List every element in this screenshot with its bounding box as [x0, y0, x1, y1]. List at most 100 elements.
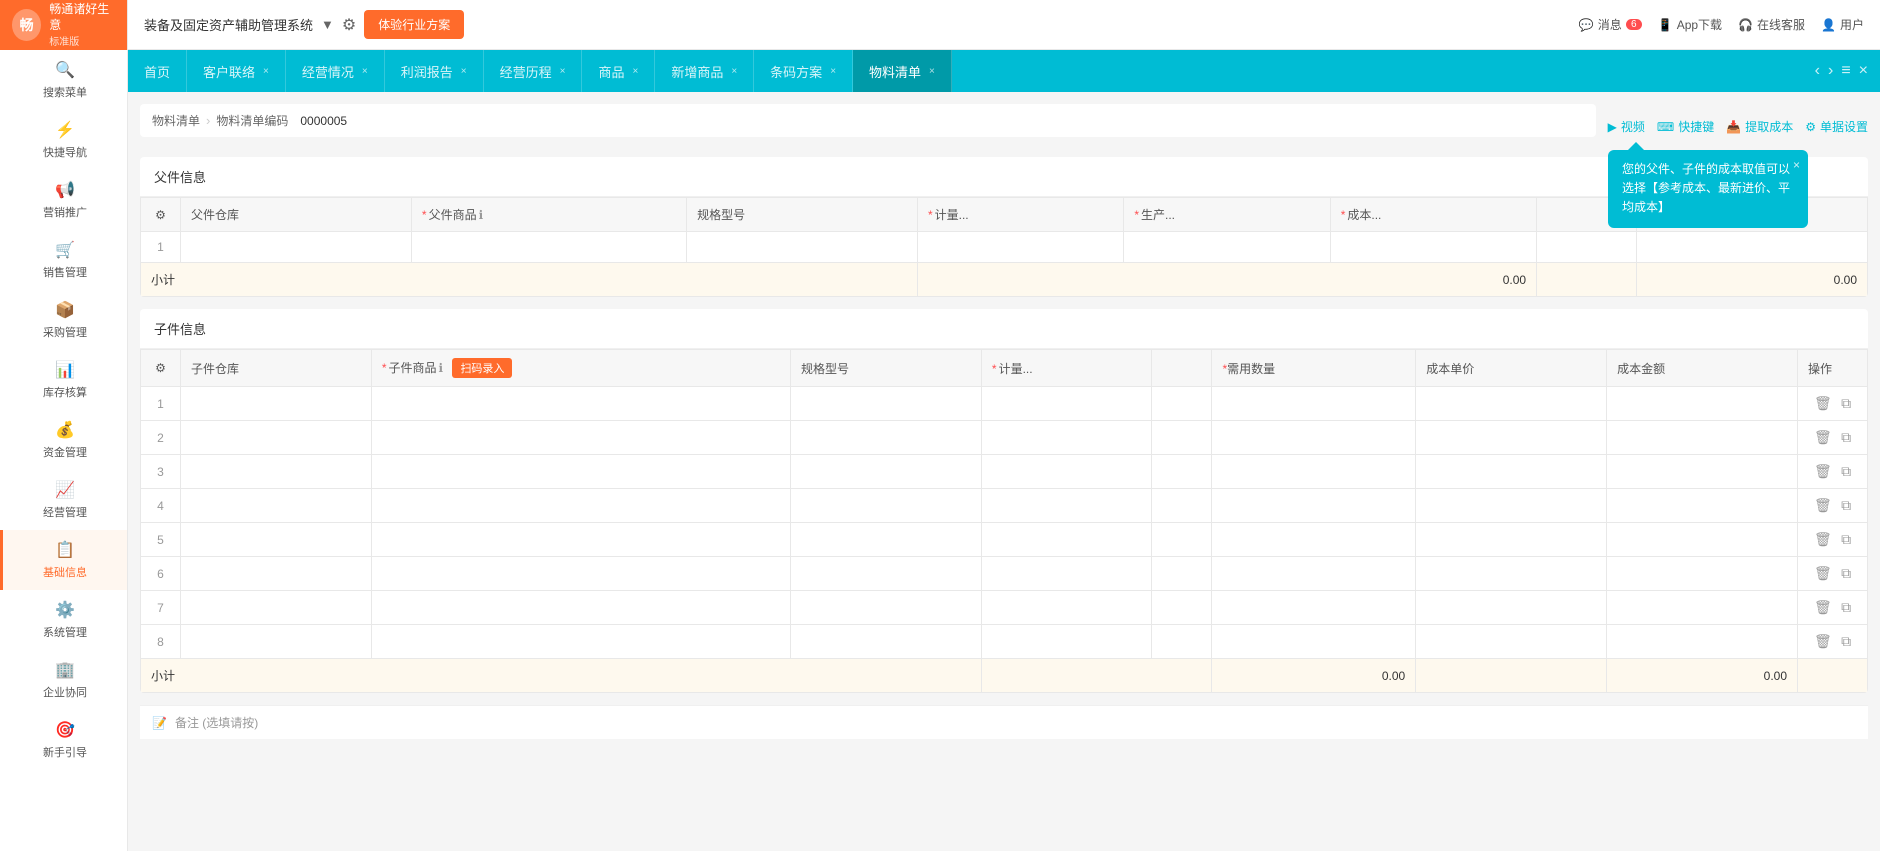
delete-icon-7[interactable]: 🗑: [1814, 599, 1832, 615]
shortcut-button[interactable]: ⌨ 快捷键: [1657, 118, 1714, 135]
copy-icon-3[interactable]: ⧉: [1841, 463, 1851, 479]
tab-customers[interactable]: 客户联络 ×: [187, 50, 286, 92]
delete-icon-8[interactable]: 🗑: [1814, 633, 1832, 649]
child-cell-spec-1[interactable]: [791, 387, 982, 421]
tab-operations-situation-close[interactable]: ×: [362, 66, 368, 77]
message-item[interactable]: 💬 消息 6: [1579, 16, 1642, 33]
user-item[interactable]: 👤 用户: [1821, 16, 1864, 33]
scan-button[interactable]: 扫码录入: [452, 358, 512, 378]
sidebar-item-guide-label: 新手引导: [43, 744, 87, 760]
basic-info-icon: 📋: [55, 540, 75, 560]
sidebar-item-operations[interactable]: 📈 经营管理: [0, 470, 127, 530]
sidebar-item-finance[interactable]: 💰 资金管理: [0, 410, 127, 470]
delete-icon-1[interactable]: 🗑: [1814, 395, 1832, 411]
delete-icon-2[interactable]: 🗑: [1814, 429, 1832, 445]
tab-customers-close[interactable]: ×: [263, 66, 269, 77]
copy-icon-5[interactable]: ⧉: [1841, 531, 1851, 547]
parent-col-warehouse: 父件仓库: [181, 198, 412, 232]
sidebar-item-quick-nav[interactable]: ⚡ 快捷导航: [0, 110, 127, 170]
parent-col-settings[interactable]: ⚙: [141, 198, 181, 232]
sidebar-item-enterprise[interactable]: 🏢 企业协同: [0, 650, 127, 710]
tab-products-label: 商品: [598, 62, 624, 81]
table-row: 3 🗑 ⧉: [141, 455, 1868, 489]
parent-cell-production[interactable]: [1124, 232, 1330, 263]
sidebar-item-inventory[interactable]: 📊 库存核算: [0, 350, 127, 410]
bottom-hint-text: 备注 (选填请按): [175, 714, 258, 731]
view-button[interactable]: ▶ 视频: [1608, 118, 1645, 135]
sidebar-item-marketing[interactable]: 📢 营销推广: [0, 170, 127, 230]
child-cell-required-qty-1[interactable]: [1212, 387, 1416, 421]
operations-icon: 📈: [55, 480, 75, 500]
tab-operations-history[interactable]: 经营历程 ×: [484, 50, 583, 92]
tab-bom-close[interactable]: ×: [929, 66, 935, 77]
single-settings-button[interactable]: ⚙ 单据设置: [1805, 118, 1868, 135]
child-subtotal-row: 小计 0.00 0.00: [141, 659, 1868, 693]
parent-cell-spec[interactable]: [687, 232, 918, 263]
tab-products-close[interactable]: ×: [632, 66, 638, 77]
delete-icon-4[interactable]: 🗑: [1814, 497, 1832, 513]
tab-next-icon[interactable]: ›: [1824, 58, 1837, 84]
breadcrumb-list[interactable]: 物料清单: [152, 112, 200, 129]
tab-close-page-icon[interactable]: ×: [1855, 58, 1872, 84]
trial-button[interactable]: 体验行业方案: [364, 10, 464, 39]
child-cell-unit-cost-1[interactable]: [1416, 387, 1607, 421]
main-area: 装备及固定资产辅助管理系统 ▼ ⚙ 体验行业方案 💬 消息 6 📱 App下载 …: [128, 0, 1880, 851]
sidebar-item-system[interactable]: ⚙️ 系统管理: [0, 590, 127, 650]
copy-icon-1[interactable]: ⧉: [1841, 395, 1851, 411]
copy-icon-8[interactable]: ⧉: [1841, 633, 1851, 649]
tab-barcode-plan-close[interactable]: ×: [830, 66, 836, 77]
sidebar-item-search[interactable]: 🔍 搜索菜单: [0, 50, 127, 110]
table-row: 5 🗑 ⧉: [141, 523, 1868, 557]
sidebar-item-basic-info[interactable]: 📋 基础信息: [0, 530, 127, 590]
bottom-hint-bar: 📝 备注 (选填请按): [140, 705, 1868, 739]
parent-cell-cost[interactable]: [1330, 232, 1536, 263]
delete-icon-3[interactable]: 🗑: [1814, 463, 1832, 479]
extract-icon: 📥: [1726, 120, 1741, 134]
tab-home[interactable]: 首页: [128, 50, 187, 92]
parent-cell-product[interactable]: [411, 232, 686, 263]
copy-icon-7[interactable]: ⧉: [1841, 599, 1851, 615]
copy-icon-4[interactable]: ⧉: [1841, 497, 1851, 513]
child-col-settings[interactable]: ⚙: [141, 350, 181, 387]
copy-icon-2[interactable]: ⧉: [1841, 429, 1851, 445]
tab-new-products-close[interactable]: ×: [731, 66, 737, 77]
sidebar: 畅 畅通诸好生意 标准版 🔍 搜索菜单 ⚡ 快捷导航 📢 营销推广 🛒 销售管理…: [0, 0, 128, 851]
tooltip-close-button[interactable]: ×: [1793, 156, 1800, 175]
guide-icon: 🎯: [55, 720, 75, 740]
tab-products[interactable]: 商品 ×: [582, 50, 655, 92]
tab-operations-history-close[interactable]: ×: [560, 66, 566, 77]
tab-prev-icon[interactable]: ‹: [1811, 58, 1824, 84]
online-support-label: 在线客服: [1757, 16, 1805, 33]
single-settings-label: 单据设置: [1820, 118, 1868, 135]
tab-profit-report[interactable]: 利润报告 ×: [385, 50, 484, 92]
parent-cell-warehouse[interactable]: [181, 232, 412, 263]
tab-operations-history-label: 经营历程: [500, 62, 552, 81]
child-cell-product-1[interactable]: [371, 387, 790, 421]
online-support-item[interactable]: 🎧 在线客服: [1738, 16, 1805, 33]
parent-cell-qty[interactable]: [917, 232, 1123, 263]
sidebar-item-guide[interactable]: 🎯 新手引导: [0, 710, 127, 770]
tab-bom[interactable]: 物料清单 ×: [853, 50, 952, 92]
child-cell-qty-1[interactable]: [981, 387, 1152, 421]
tab-profit-report-close[interactable]: ×: [461, 66, 467, 77]
settings-icon[interactable]: ⚙: [342, 15, 356, 35]
tab-new-products[interactable]: 新增商品 ×: [655, 50, 754, 92]
tab-operations-situation-label: 经营情况: [302, 62, 354, 81]
copy-icon-6[interactable]: ⧉: [1841, 565, 1851, 581]
child-cell-cost-amount-1: [1607, 387, 1798, 421]
tab-barcode-plan[interactable]: 条码方案 ×: [754, 50, 853, 92]
child-col-spec: 规格型号: [791, 350, 982, 387]
sidebar-item-purchase[interactable]: 📦 采购管理: [0, 290, 127, 350]
system-dropdown-icon[interactable]: ▼: [321, 17, 334, 32]
child-cell-warehouse-1[interactable]: [181, 387, 372, 421]
sidebar-item-sales[interactable]: 🛒 销售管理: [0, 230, 127, 290]
delete-icon-6[interactable]: 🗑: [1814, 565, 1832, 581]
purchase-icon: 📦: [55, 300, 75, 320]
delete-icon-5[interactable]: 🗑: [1814, 531, 1832, 547]
app-download-item[interactable]: 📱 App下载: [1658, 16, 1722, 33]
tab-close-all-icon[interactable]: ≡: [1837, 58, 1854, 84]
phone-icon: 📱: [1658, 18, 1673, 32]
extract-cost-button[interactable]: 📥 提取成本: [1726, 118, 1793, 135]
top-header: 装备及固定资产辅助管理系统 ▼ ⚙ 体验行业方案 💬 消息 6 📱 App下载 …: [128, 0, 1880, 50]
tab-operations-situation[interactable]: 经营情况 ×: [286, 50, 385, 92]
